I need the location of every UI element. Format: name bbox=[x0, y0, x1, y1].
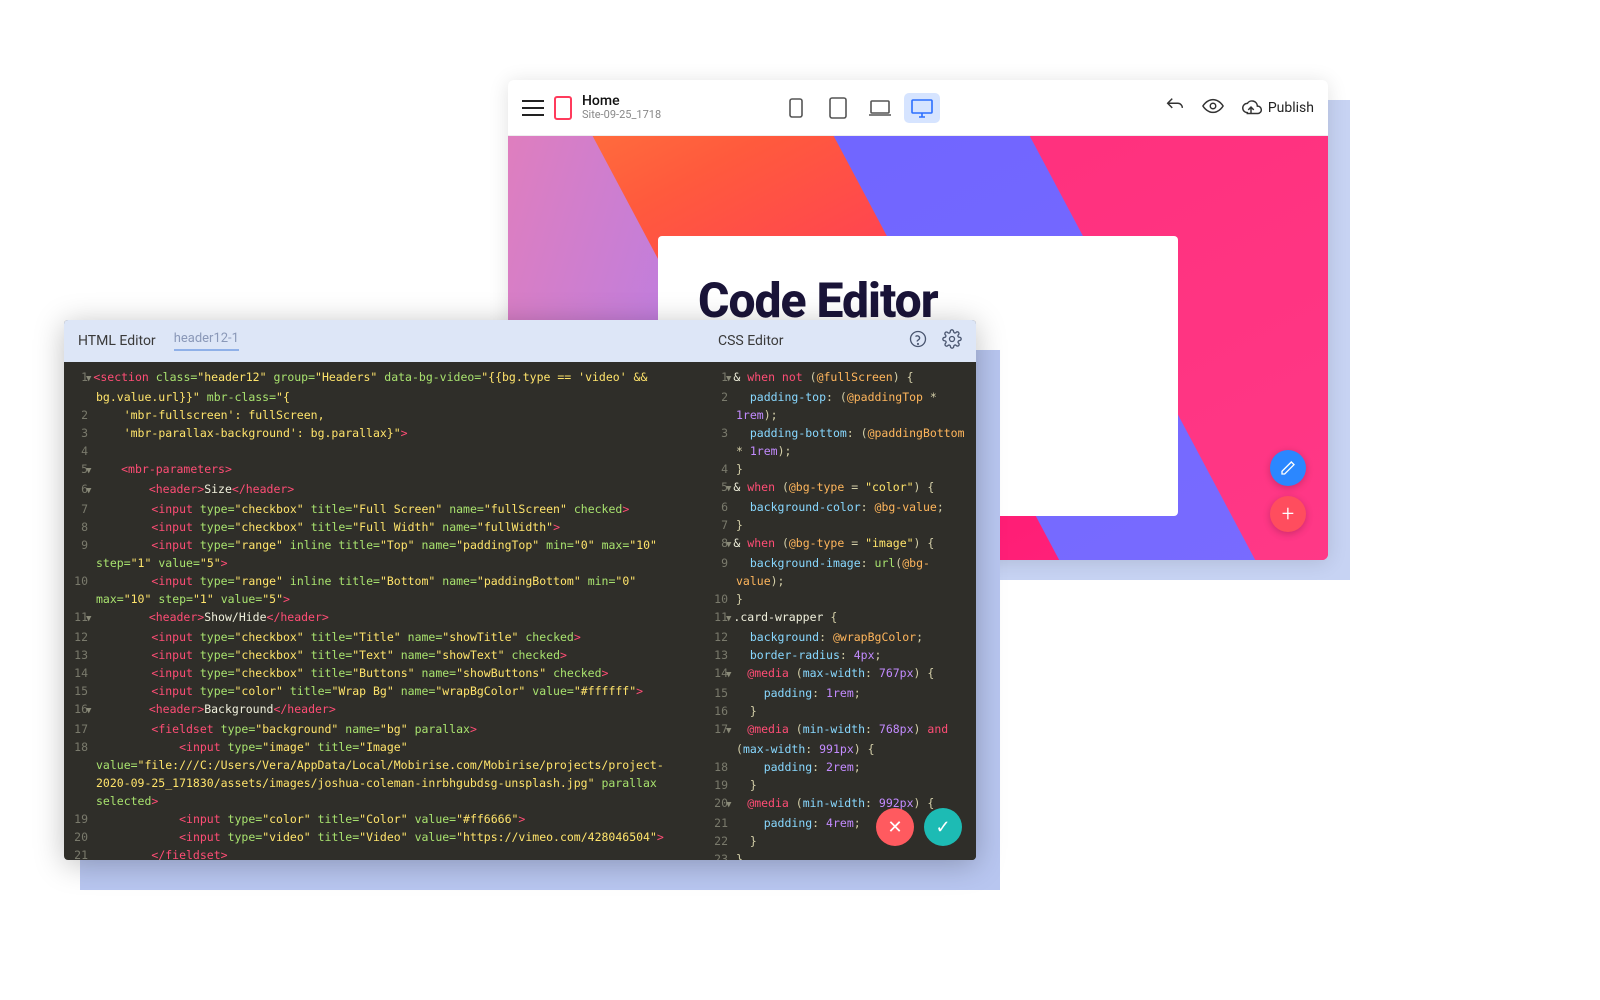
builder-toolbar: Home Site-09-25_1718 Publish bbox=[508, 80, 1328, 136]
site-meta: Home Site-09-25_1718 bbox=[582, 93, 661, 122]
publish-label: Publish bbox=[1268, 100, 1314, 116]
publish-button[interactable]: Publish bbox=[1240, 97, 1314, 119]
site-name: Site-09-25_1718 bbox=[582, 109, 661, 122]
code-editors: HTML Editor header12-1 1▼<section class=… bbox=[64, 320, 976, 860]
page-title: Home bbox=[582, 93, 661, 109]
undo-button[interactable] bbox=[1164, 95, 1186, 121]
html-editor-title: HTML Editor bbox=[78, 333, 156, 349]
device-mobile[interactable] bbox=[778, 93, 814, 123]
device-switcher bbox=[778, 93, 940, 123]
html-code-area[interactable]: 1▼<section class="header12" group="Heade… bbox=[64, 362, 704, 860]
html-editor-tab[interactable]: header12-1 bbox=[174, 331, 239, 351]
confirm-button[interactable]: ✓ bbox=[924, 808, 962, 846]
help-button[interactable] bbox=[908, 329, 928, 353]
edit-block-button[interactable] bbox=[1270, 450, 1306, 486]
css-code-area[interactable]: 1▼& when not (@fullScreen) {2 padding-to… bbox=[704, 362, 976, 860]
add-block-button[interactable]: + bbox=[1270, 496, 1306, 532]
css-editor-pane: CSS Editor 1▼& when not (@fullScreen) {2… bbox=[704, 320, 976, 860]
css-editor-header: CSS Editor bbox=[704, 320, 976, 362]
html-editor-header: HTML Editor header12-1 bbox=[64, 320, 704, 362]
device-tablet[interactable] bbox=[820, 93, 856, 123]
device-laptop[interactable] bbox=[862, 93, 898, 123]
html-editor-pane: HTML Editor header12-1 1▼<section class=… bbox=[64, 320, 704, 860]
css-editor-title: CSS Editor bbox=[718, 333, 784, 349]
cancel-button[interactable]: ✕ bbox=[876, 808, 914, 846]
device-desktop[interactable] bbox=[904, 93, 940, 123]
menu-button[interactable] bbox=[522, 100, 544, 116]
preview-button[interactable] bbox=[1202, 95, 1224, 121]
settings-button[interactable] bbox=[942, 329, 962, 353]
mobile-icon bbox=[554, 96, 572, 120]
